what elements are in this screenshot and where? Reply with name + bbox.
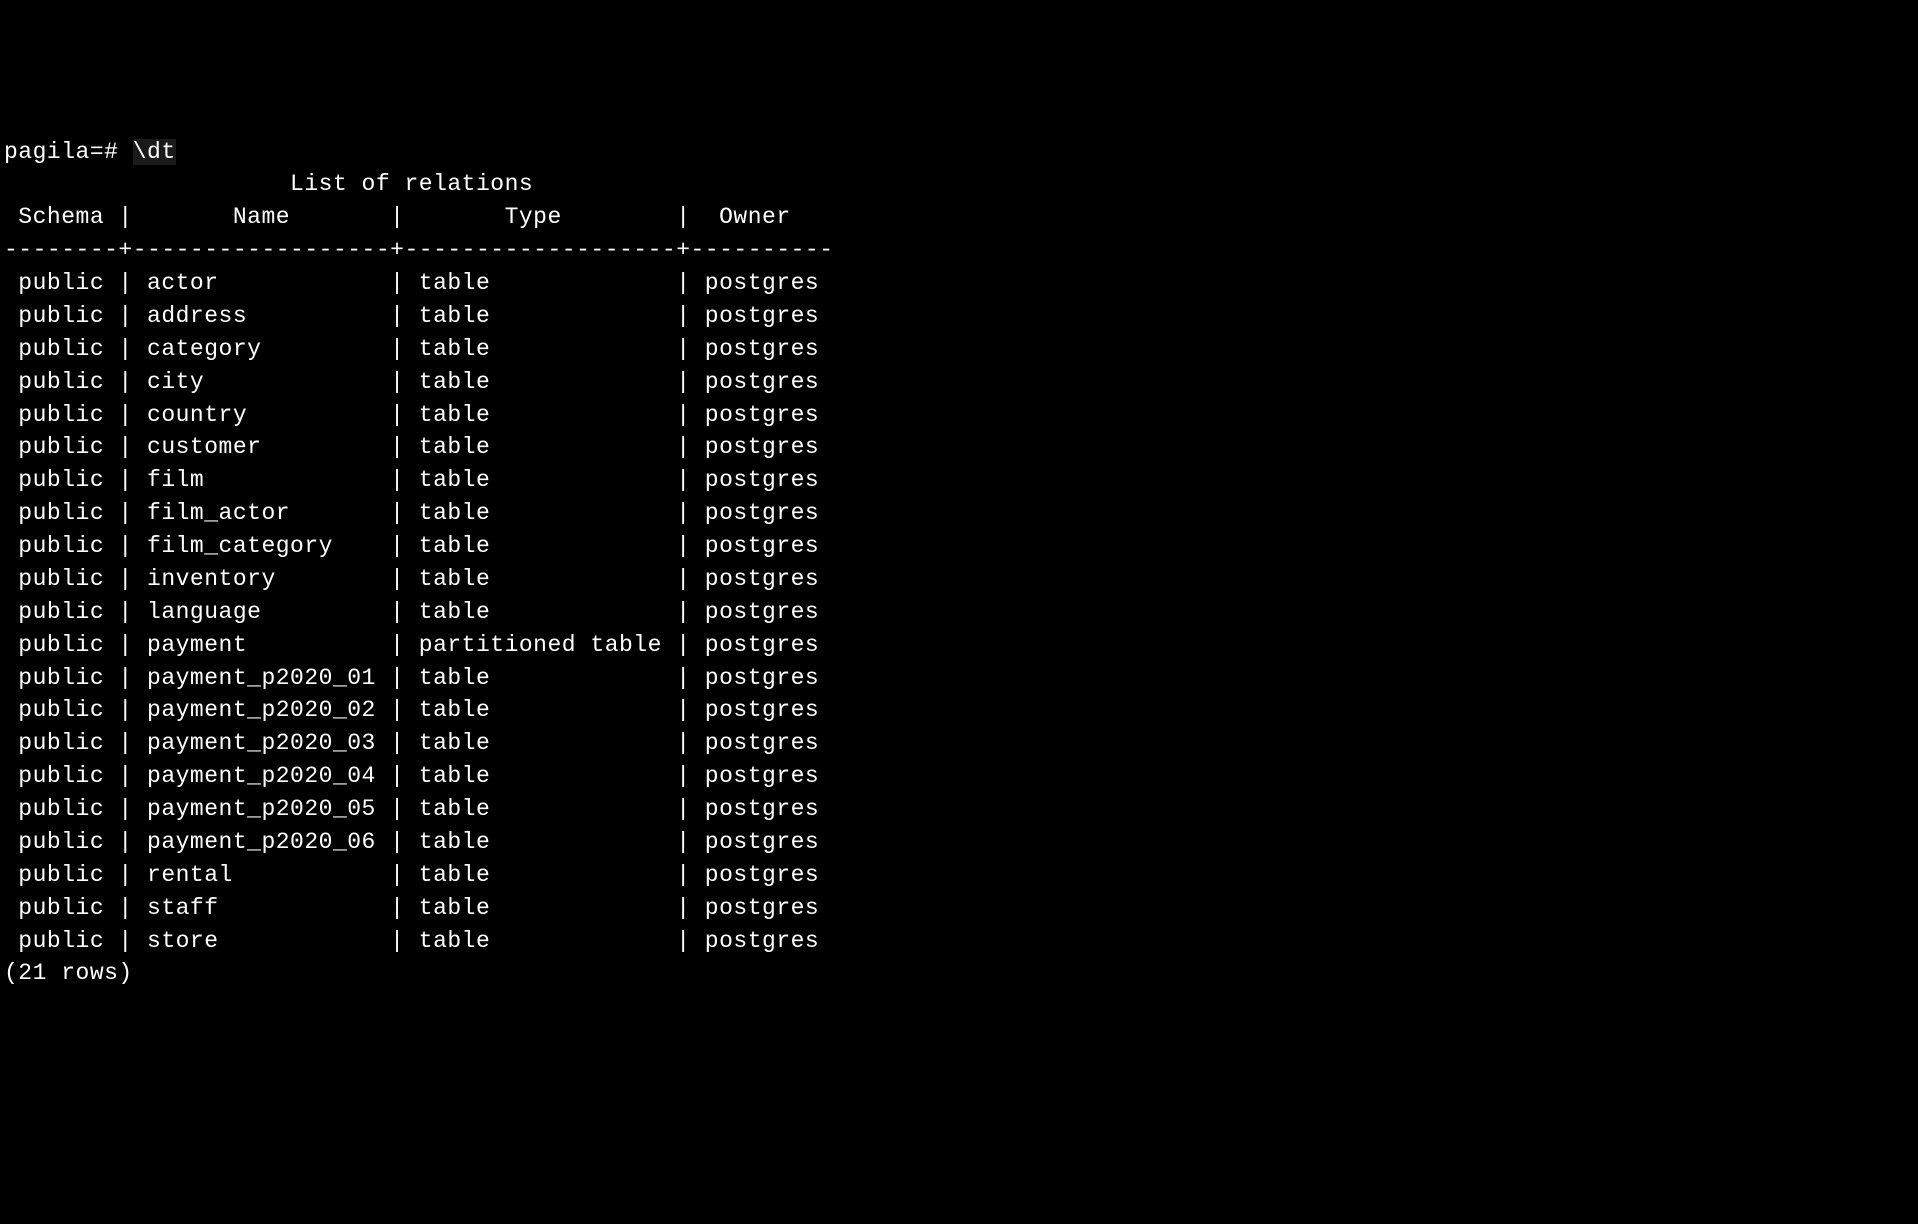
prompt-text: pagila=# [4, 139, 133, 165]
separator-line: --------+------------------+------------… [4, 237, 834, 263]
command-text: \dt [133, 139, 176, 165]
terminal-output[interactable]: pagila=# \dt List of relations Schema | … [4, 136, 1914, 991]
rows-block: public | actor | table | postgres public… [4, 270, 834, 954]
prompt-line: pagila=# \dt [4, 136, 1914, 169]
header-line: Schema | Name | Type | Owner [4, 204, 834, 230]
result-title: List of relations [4, 171, 834, 197]
footer-line: (21 rows) [4, 960, 133, 986]
